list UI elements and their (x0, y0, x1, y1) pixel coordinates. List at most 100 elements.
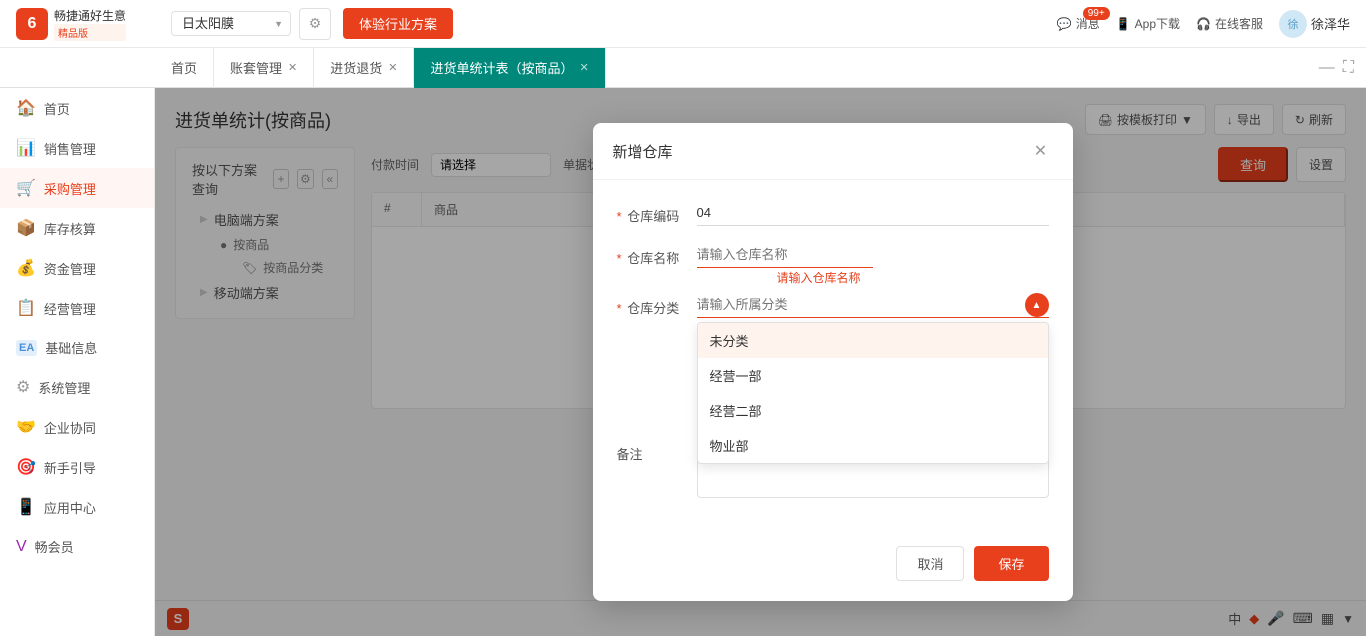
tab-account[interactable]: 账套管理 ✕ (214, 48, 314, 88)
user-avatar-area[interactable]: 徐 徐泽华 (1279, 10, 1350, 38)
operation-icon: 📋 (16, 298, 36, 318)
name-error-msg: 请输入仓库名称 (777, 269, 861, 286)
tab-close-account[interactable]: ✕ (288, 61, 297, 74)
sidebar-item-collab[interactable]: 🤝 企业协同 (0, 407, 154, 447)
sidebar-item-vip[interactable]: V 畅会员 (0, 527, 154, 566)
category-input[interactable] (697, 292, 1049, 318)
notification-item[interactable]: 💬 消息 99+ (1057, 15, 1100, 32)
dropdown-item-dept2[interactable]: 经营二部 (698, 393, 1048, 428)
sidebar-label-finance: 资金管理 (44, 259, 96, 278)
top-header: 6 畅捷通好生意 精品版 日太阳膜 ⚙ 体验行业方案 💬 消息 99+ 📱 Ap… (0, 0, 1366, 48)
avatar: 徐 (1279, 10, 1307, 38)
header-right: 💬 消息 99+ 📱 App下载 🎧 在线客服 徐 徐泽华 (1057, 10, 1350, 38)
remark-label: 备注 (617, 438, 697, 463)
name-input[interactable] (697, 242, 873, 268)
category-label: * 仓库分类 (617, 292, 697, 317)
tab-minimize-btn[interactable]: — (1319, 59, 1335, 77)
tab-home[interactable]: 首页 (155, 48, 214, 88)
sidebar-label-collab: 企业协同 (44, 418, 96, 437)
sidebar: 🏠 首页 📊 销售管理 🛒 采购管理 📦 库存核算 💰 资金管理 📋 经营管理 … (0, 88, 155, 636)
page-content: 进货单统计(按商品) 🖨 按模板打印 ▼ ↓ 导出 ↻ 刷新 (155, 88, 1366, 636)
category-input-wrap: ▲ 未分类 经营一部 经营二部 物业部 (697, 292, 1049, 318)
tab-expand-btn[interactable]: ⛶ (1343, 59, 1354, 77)
vip-icon: V (16, 538, 27, 556)
modal-body: * 仓库编码 * 仓库名称 请输入仓库名称 (593, 180, 1073, 534)
branch-select-wrap[interactable]: 日太阳膜 (171, 11, 291, 36)
tab-purchase-return[interactable]: 进货退货 ✕ (314, 48, 414, 88)
appcenter-icon: 📱 (16, 497, 36, 517)
add-warehouse-modal: 新增仓库 ✕ * 仓库编码 * 仓库名称 (593, 123, 1073, 601)
purchase-icon: 🛒 (16, 178, 36, 198)
inventory-icon: 📦 (16, 218, 36, 238)
phone-icon: 📱 (1116, 17, 1131, 31)
tab-bar: 首页 账套管理 ✕ 进货退货 ✕ 进货单统计表（按商品） ✕ — ⛶ (0, 48, 1366, 88)
dropdown-item-dept1[interactable]: 经营一部 (698, 358, 1048, 393)
save-button[interactable]: 保存 (974, 546, 1048, 581)
notification-icon: 💬 (1057, 17, 1072, 31)
sidebar-item-appcenter[interactable]: 📱 应用中心 (0, 487, 154, 527)
sidebar-label-sales: 销售管理 (44, 139, 96, 158)
sidebar-label-basic: 基础信息 (45, 338, 97, 357)
account-tab-label: 账套管理 (230, 58, 282, 77)
sidebar-label-system: 系统管理 (38, 378, 90, 397)
gear-button[interactable]: ⚙ (299, 8, 331, 40)
header-search-area: 日太阳膜 ⚙ 体验行业方案 (171, 8, 1057, 40)
headset-icon: 🎧 (1196, 17, 1211, 31)
modal-title: 新增仓库 (613, 141, 673, 162)
form-row-code: * 仓库编码 (617, 200, 1049, 226)
dropdown-item-property[interactable]: 物业部 (698, 428, 1048, 463)
tab-close-purchase-return[interactable]: ✕ (388, 61, 397, 74)
logo-text: 畅捷通好生意 精品版 (54, 7, 126, 41)
dropdown-item-unclassified[interactable]: 未分类 (698, 323, 1048, 358)
sidebar-label-operation: 经营管理 (44, 299, 96, 318)
purchase-stat-tab-label: 进货单统计表（按商品） (430, 58, 573, 77)
code-label: * 仓库编码 (617, 200, 697, 225)
sidebar-item-home[interactable]: 🏠 首页 (0, 88, 154, 128)
name-label: * 仓库名称 (617, 242, 697, 267)
modal-header: 新增仓库 ✕ (593, 123, 1073, 180)
sidebar-label-home: 首页 (44, 99, 70, 118)
code-required: * (617, 209, 622, 224)
basic-icon: EA (16, 340, 37, 356)
home-icon: 🏠 (16, 98, 36, 118)
sidebar-item-operation[interactable]: 📋 经营管理 (0, 288, 154, 328)
sidebar-item-basic[interactable]: EA 基础信息 (0, 328, 154, 367)
sidebar-item-purchase[interactable]: 🛒 采购管理 (0, 168, 154, 208)
collab-icon: 🤝 (16, 417, 36, 437)
notification-badge: 99+ (1083, 7, 1110, 20)
category-dropdown: 未分类 经营一部 经营二部 物业部 (697, 322, 1049, 464)
branch-select[interactable]: 日太阳膜 (171, 11, 291, 36)
home-tab-label: 首页 (171, 58, 197, 77)
sidebar-label-guide: 新手引导 (44, 458, 96, 477)
tab-actions: — ⛶ (1319, 59, 1366, 77)
tab-purchase-stat[interactable]: 进货单统计表（按商品） ✕ (414, 48, 605, 88)
modal-footer: 取消 保存 (593, 534, 1073, 601)
modal-close-btn[interactable]: ✕ (1029, 139, 1053, 163)
category-arrow-btn[interactable]: ▲ (1025, 293, 1049, 317)
sidebar-label-appcenter: 应用中心 (44, 498, 96, 517)
guide-icon: 🎯 (16, 457, 36, 477)
sidebar-label-purchase: 采购管理 (44, 179, 96, 198)
sidebar-item-guide[interactable]: 🎯 新手引导 (0, 447, 154, 487)
sidebar-item-system[interactable]: ⚙ 系统管理 (0, 367, 154, 407)
sidebar-item-finance[interactable]: 💰 资金管理 (0, 248, 154, 288)
finance-icon: 💰 (16, 258, 36, 278)
sidebar-label-inventory: 库存核算 (44, 219, 96, 238)
sidebar-item-inventory[interactable]: 📦 库存核算 (0, 208, 154, 248)
online-service-item[interactable]: 🎧 在线客服 (1196, 15, 1263, 32)
system-icon: ⚙ (16, 377, 30, 397)
form-row-category: * 仓库分类 ▲ 未分类 经营一部 经营二部 物业部 (617, 292, 1049, 318)
tab-close-purchase-stat[interactable]: ✕ (580, 61, 589, 74)
app-download-item[interactable]: 📱 App下载 (1116, 15, 1180, 32)
purchase-return-tab-label: 进货退货 (330, 58, 382, 77)
cancel-button[interactable]: 取消 (896, 546, 964, 581)
form-row-name: * 仓库名称 请输入仓库名称 (617, 242, 1049, 268)
sidebar-item-sales[interactable]: 📊 销售管理 (0, 128, 154, 168)
sidebar-label-vip: 畅会员 (35, 537, 74, 556)
logo-area: 6 畅捷通好生意 精品版 (16, 7, 171, 41)
code-input[interactable] (697, 200, 1049, 226)
try-industry-button[interactable]: 体验行业方案 (343, 8, 453, 39)
sales-icon: 📊 (16, 138, 36, 158)
app-logo-icon: 6 (16, 8, 48, 40)
main-layout: 🏠 首页 📊 销售管理 🛒 采购管理 📦 库存核算 💰 资金管理 📋 经营管理 … (0, 88, 1366, 636)
